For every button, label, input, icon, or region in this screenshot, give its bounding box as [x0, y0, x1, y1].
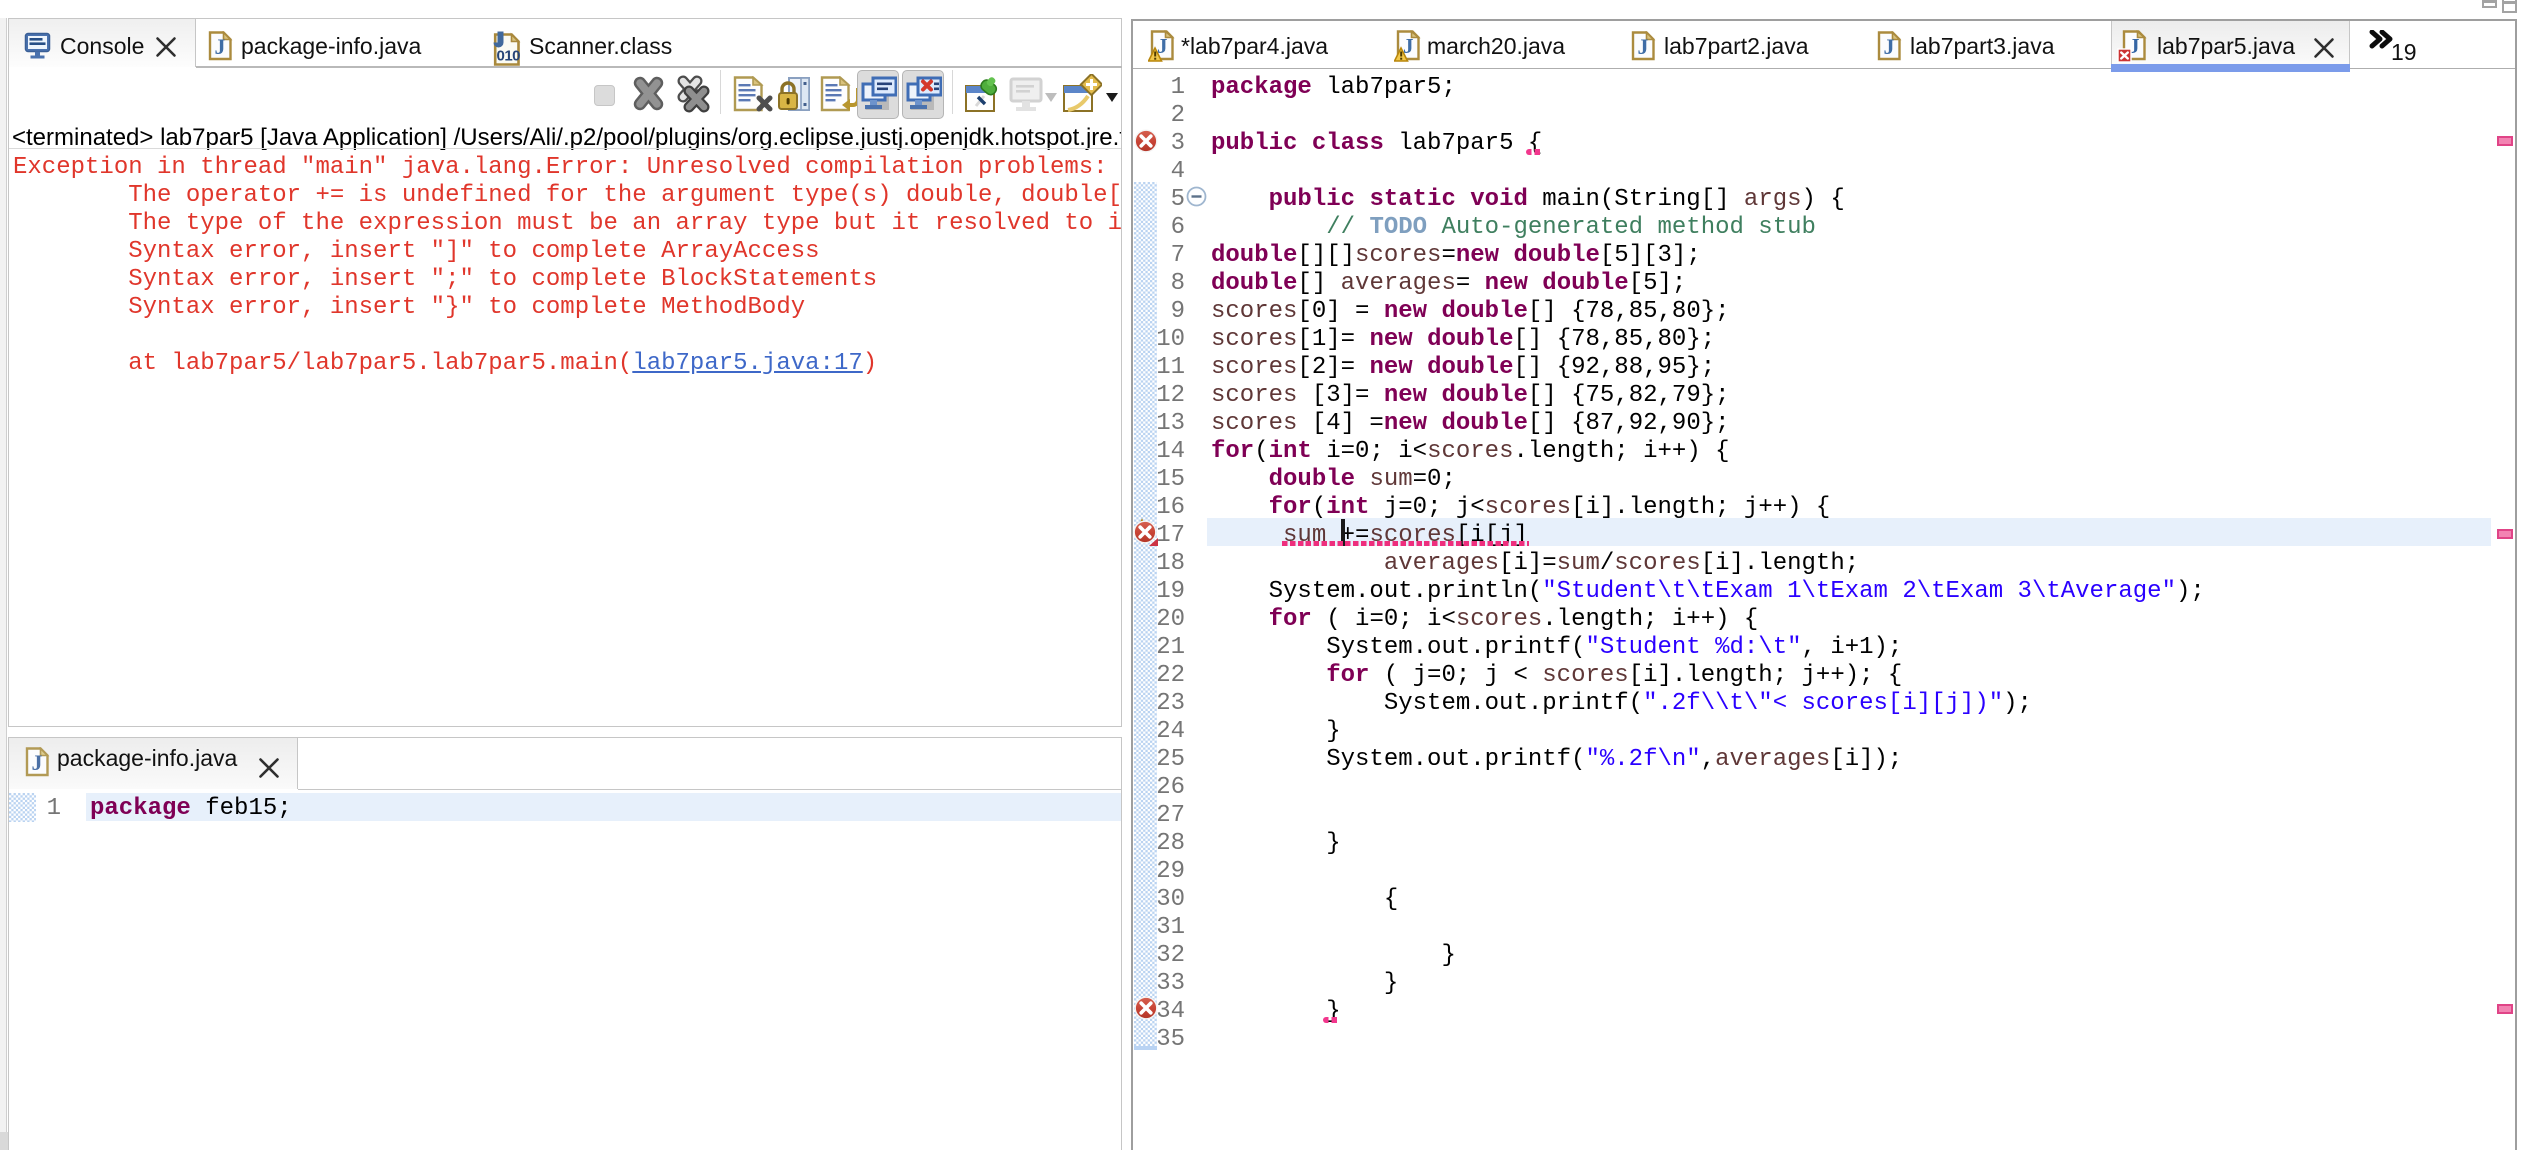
- svg-text:J: J: [1884, 34, 1895, 59]
- svg-text:J: J: [32, 750, 43, 775]
- svg-text:010: 010: [497, 48, 521, 65]
- svg-text:J: J: [1638, 34, 1649, 59]
- svg-text:J: J: [215, 34, 226, 59]
